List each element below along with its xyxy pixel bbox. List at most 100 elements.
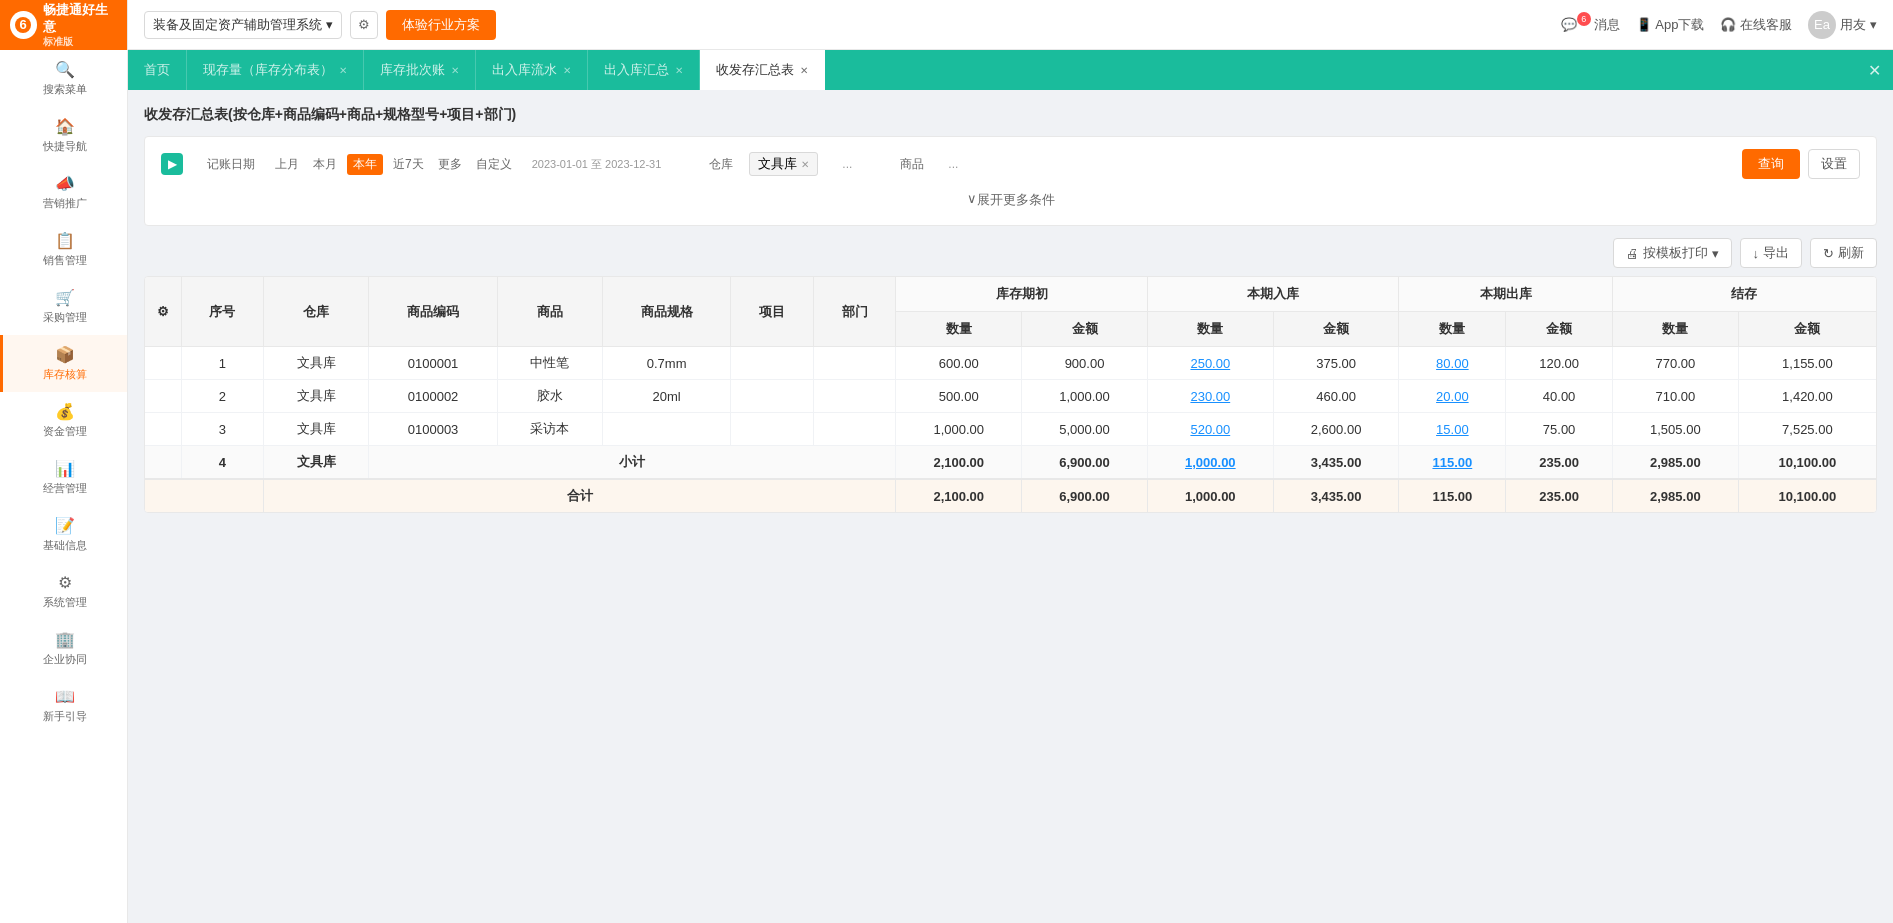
cell-in-qty[interactable]: 520.00: [1147, 413, 1273, 446]
app-download-area[interactable]: 📱 App下载: [1636, 16, 1704, 34]
cell-goods-name: 胶水: [497, 380, 602, 413]
cell-out-qty[interactable]: 15.00: [1399, 413, 1506, 446]
cell-warehouse: 文具库: [264, 413, 369, 446]
warehouse-tag-close[interactable]: ✕: [801, 159, 809, 170]
footer-out-amt: 235.00: [1506, 479, 1613, 512]
subtotal-row: 4 文具库 小计 2,100.00 6,900.00 1,000.00 3,43…: [145, 446, 1876, 480]
warehouse-label: 仓库: [709, 156, 733, 173]
cell-settings[interactable]: [145, 413, 181, 446]
system-selector[interactable]: 装备及固定资产辅助管理系统 ▾: [144, 11, 342, 39]
sidebar-item-basic-info[interactable]: 📝基础信息: [0, 506, 127, 563]
subtotal-out-qty: 115.00: [1399, 446, 1506, 480]
tab-batch_account[interactable]: 库存批次账 ✕: [364, 50, 476, 90]
date-btn-7days[interactable]: 近7天: [389, 154, 428, 175]
cell-close-qty: 1,505.00: [1612, 413, 1738, 446]
footer-close-amt: 10,100.00: [1738, 479, 1876, 512]
th-goods-name: 商品: [497, 277, 602, 347]
sidebar-item-label-guide: 新手引导: [43, 709, 87, 724]
tab-close-recv_send_summary[interactable]: ✕: [800, 65, 808, 76]
topbar: 装备及固定资产辅助管理系统 ▾ ⚙ 体验行业方案 💬 6 消息 📱 App下载 …: [128, 0, 1893, 50]
guide-icon: 📖: [55, 687, 75, 706]
data-table-wrap: ⚙ 序号 仓库 商品编码 商品 商品规格 项目 部门 库存期初 本期入库 本期出…: [144, 276, 1877, 513]
expand-label: 展开更多条件: [977, 191, 1055, 209]
tab-in_out_flow[interactable]: 出入库流水 ✕: [476, 50, 588, 90]
headset-icon: 🎧: [1720, 17, 1736, 32]
sidebar-item-finance[interactable]: 💰资金管理: [0, 392, 127, 449]
date-btn-this-month[interactable]: 本月: [309, 154, 341, 175]
footer-out-qty: 115.00: [1399, 479, 1506, 512]
sidebar-item-label-sales: 销售管理: [43, 253, 87, 268]
tab-inventory_dist[interactable]: 现存量（库存分布表） ✕: [187, 50, 364, 90]
cell-settings[interactable]: [145, 347, 181, 380]
date-btn-this-year[interactable]: 本年: [347, 154, 383, 175]
trial-button[interactable]: 体验行业方案: [386, 10, 496, 40]
date-label: 记账日期: [207, 156, 255, 173]
tab-close-inventory_dist[interactable]: ✕: [339, 65, 347, 76]
gear-button[interactable]: ⚙: [350, 11, 378, 39]
cell-open-qty: 500.00: [896, 380, 1022, 413]
cell-out-qty[interactable]: 80.00: [1399, 347, 1506, 380]
cell-no: 3: [181, 413, 264, 446]
cell-in-amt: 460.00: [1273, 380, 1399, 413]
cell-settings[interactable]: [145, 380, 181, 413]
query-button[interactable]: 查询: [1742, 149, 1800, 179]
sidebar-item-label-enterprise: 企业协同: [43, 652, 87, 667]
goods-label: 商品: [900, 156, 924, 173]
date-shortcuts: 上月 本月 本年 近7天 更多 自定义: [271, 154, 516, 175]
warehouse-more-btn[interactable]: ...: [842, 157, 852, 171]
tab-in_out_summary[interactable]: 出入库汇总 ✕: [588, 50, 700, 90]
logo-icon: 6: [10, 11, 37, 39]
cell-warehouse: 文具库: [264, 380, 369, 413]
print-template-button[interactable]: 🖨 按模板打印 ▾: [1613, 238, 1732, 268]
sidebar-item-quick-nav[interactable]: 🏠快捷导航: [0, 107, 127, 164]
online-service-area[interactable]: 🎧 在线客服: [1720, 16, 1792, 34]
sidebar-item-operations[interactable]: 📊经营管理: [0, 449, 127, 506]
goods-more-btn[interactable]: ...: [948, 157, 958, 171]
cell-out-qty[interactable]: 20.00: [1399, 380, 1506, 413]
setting-button[interactable]: 设置: [1808, 149, 1860, 179]
export-button[interactable]: ↓ 导出: [1740, 238, 1803, 268]
date-btn-last-month[interactable]: 上月: [271, 154, 303, 175]
sidebar-item-inventory[interactable]: 📦库存核算: [0, 335, 127, 392]
cell-out-amt: 75.00: [1506, 413, 1613, 446]
date-btn-more[interactable]: 更多: [434, 154, 466, 175]
cell-in-qty[interactable]: 230.00: [1147, 380, 1273, 413]
message-area[interactable]: 💬 6 消息: [1561, 16, 1620, 34]
sidebar-item-label-operations: 经营管理: [43, 481, 87, 496]
subtotal-close-qty: 2,985.00: [1612, 446, 1738, 480]
cell-open-amt: 1,000.00: [1022, 380, 1148, 413]
sidebar-item-guide[interactable]: 📖 新手引导: [0, 677, 127, 734]
footer-row: 合计 2,100.00 6,900.00 1,000.00 3,435.00 1…: [145, 479, 1876, 512]
th-closing-stock: 结存: [1612, 277, 1876, 312]
user-area[interactable]: Ea 用友 ▾: [1808, 11, 1877, 39]
filter-expand-btn[interactable]: ▶: [161, 153, 183, 175]
th-dept: 部门: [813, 277, 896, 347]
user-dropdown-icon: ▾: [1870, 17, 1877, 32]
message-icon: 💬: [1561, 17, 1577, 32]
sidebar-item-sales[interactable]: 📋销售管理: [0, 221, 127, 278]
sidebar-item-label-quick-nav: 快捷导航: [43, 139, 87, 154]
th-goods-spec: 商品规格: [603, 277, 731, 347]
cell-in-amt: 375.00: [1273, 347, 1399, 380]
sidebar-item-system[interactable]: ⚙系统管理: [0, 563, 127, 620]
sidebar-item-marketing[interactable]: 📣营销推广: [0, 164, 127, 221]
tab-close-in_out_flow[interactable]: ✕: [563, 65, 571, 76]
sidebar-item-search[interactable]: 🔍搜索菜单: [0, 50, 127, 107]
tab-close-batch_account[interactable]: ✕: [451, 65, 459, 76]
cell-project: [731, 380, 814, 413]
cell-in-qty[interactable]: 250.00: [1147, 347, 1273, 380]
refresh-button[interactable]: ↻ 刷新: [1810, 238, 1877, 268]
date-btn-custom[interactable]: 自定义: [472, 154, 516, 175]
cell-open-qty: 1,000.00: [896, 413, 1022, 446]
tab-recv_send_summary[interactable]: 收发存汇总表 ✕: [700, 50, 825, 90]
cell-goods-name: 采访本: [497, 413, 602, 446]
enterprise-icon: 🏢: [55, 630, 75, 649]
th-settings[interactable]: ⚙: [145, 277, 181, 347]
main-content: 装备及固定资产辅助管理系统 ▾ ⚙ 体验行业方案 💬 6 消息 📱 App下载 …: [128, 0, 1893, 923]
expand-more-conditions[interactable]: ∨ 展开更多条件: [161, 187, 1860, 213]
tab-close-in_out_summary[interactable]: ✕: [675, 65, 683, 76]
sidebar-item-purchase[interactable]: 🛒采购管理: [0, 278, 127, 335]
sidebar-item-enterprise[interactable]: 🏢 企业协同: [0, 620, 127, 677]
close-all-tabs-button[interactable]: ✕: [1856, 61, 1893, 80]
tab-home[interactable]: 首页: [128, 50, 187, 90]
